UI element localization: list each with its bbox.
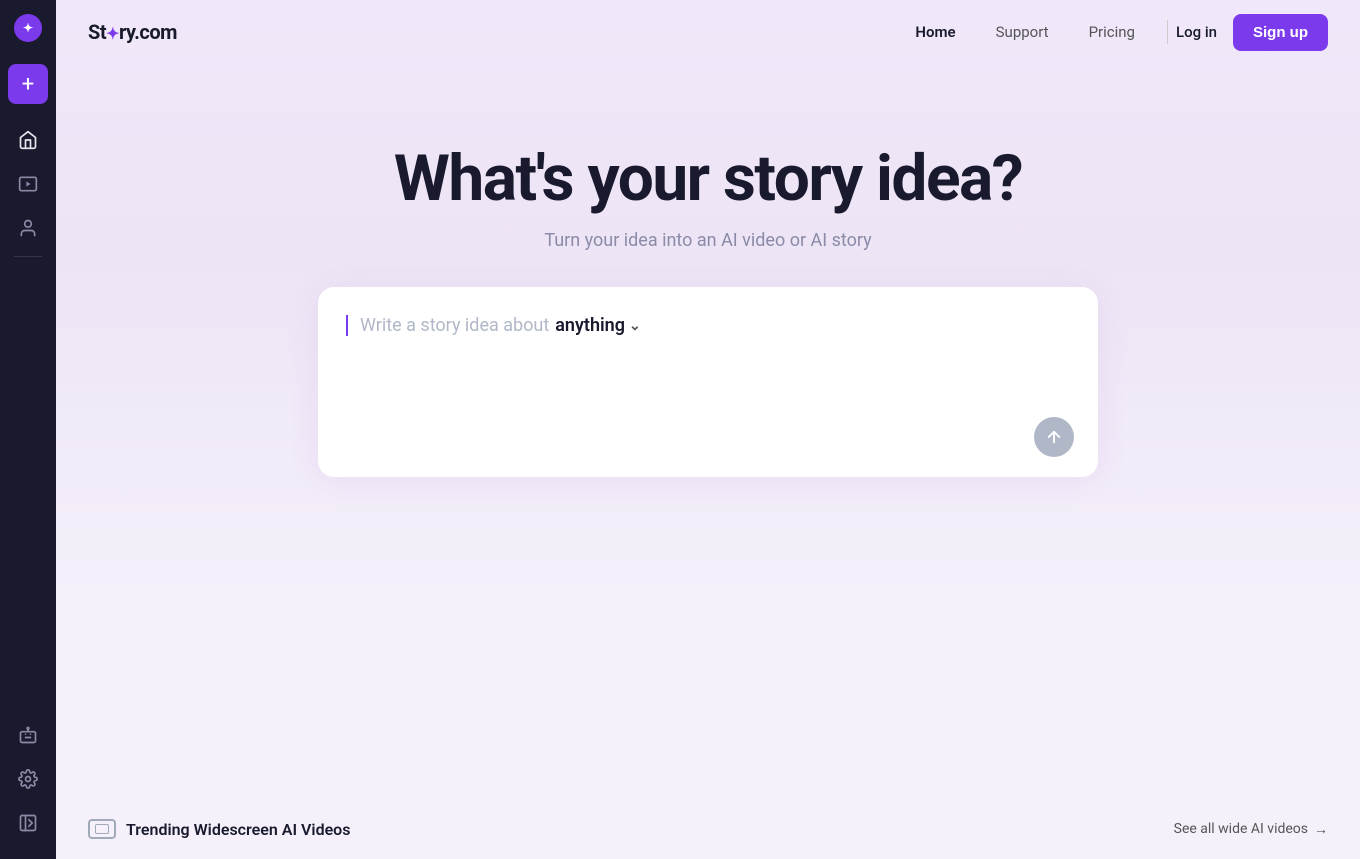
submit-button[interactable] — [1034, 417, 1074, 457]
nav-links: Home Support Pricing — [915, 23, 1135, 41]
brand-logo: St✦ry.com — [88, 20, 177, 44]
sidebar-item-user[interactable] — [8, 208, 48, 248]
topic-label: anything — [555, 315, 625, 336]
app-logo-icon — [14, 14, 42, 42]
nav-link-support[interactable]: Support — [996, 23, 1049, 41]
trending-header: Trending Widescreen AI Videos See all wi… — [88, 819, 1328, 839]
hero-title: What's your story idea? — [394, 144, 1022, 214]
see-all-link[interactable]: See all wide AI videos → — [1174, 821, 1328, 838]
trending-title: Trending Widescreen AI Videos — [126, 820, 350, 839]
widescreen-icon — [88, 819, 116, 839]
story-input-card: Write a story idea about anything ⌄ — [318, 287, 1098, 477]
nav-link-pricing[interactable]: Pricing — [1089, 23, 1135, 41]
sidebar-item-panel[interactable] — [8, 803, 48, 843]
sidebar-item-bot[interactable] — [8, 715, 48, 755]
trending-section: Trending Widescreen AI Videos See all wi… — [56, 819, 1360, 839]
widescreen-icon-inner — [95, 824, 109, 834]
story-input-row: Write a story idea about anything ⌄ — [346, 315, 1070, 336]
trending-title-group: Trending Widescreen AI Videos — [88, 819, 350, 839]
top-navigation: St✦ry.com Home Support Pricing Log in Si… — [56, 0, 1360, 64]
sidebar: + — [0, 0, 56, 859]
hero-subtitle: Turn your idea into an AI video or AI st… — [544, 230, 871, 251]
signup-button[interactable]: Sign up — [1233, 14, 1328, 51]
topic-selector[interactable]: anything ⌄ — [555, 315, 640, 336]
brand-name: St✦ry.com — [88, 20, 177, 44]
sidebar-item-video[interactable] — [8, 164, 48, 204]
nav-link-home[interactable]: Home — [915, 23, 955, 41]
sidebar-nav — [0, 120, 56, 248]
nav-divider — [1167, 20, 1168, 44]
topic-chevron-icon: ⌄ — [629, 318, 641, 334]
sidebar-item-settings[interactable] — [8, 759, 48, 799]
sidebar-item-home[interactable] — [8, 120, 48, 160]
add-button[interactable]: + — [8, 64, 48, 104]
input-placeholder-text: Write a story idea about — [360, 315, 549, 336]
hero-section: What's your story idea? Turn your idea i… — [56, 64, 1360, 819]
sidebar-divider — [14, 256, 42, 257]
see-all-text: See all wide AI videos — [1174, 821, 1308, 837]
login-link[interactable]: Log in — [1176, 23, 1217, 41]
see-all-arrow-icon: → — [1314, 821, 1328, 838]
sidebar-logo — [0, 0, 56, 56]
main-content: St✦ry.com Home Support Pricing Log in Si… — [56, 0, 1360, 859]
sidebar-bottom — [8, 715, 48, 859]
